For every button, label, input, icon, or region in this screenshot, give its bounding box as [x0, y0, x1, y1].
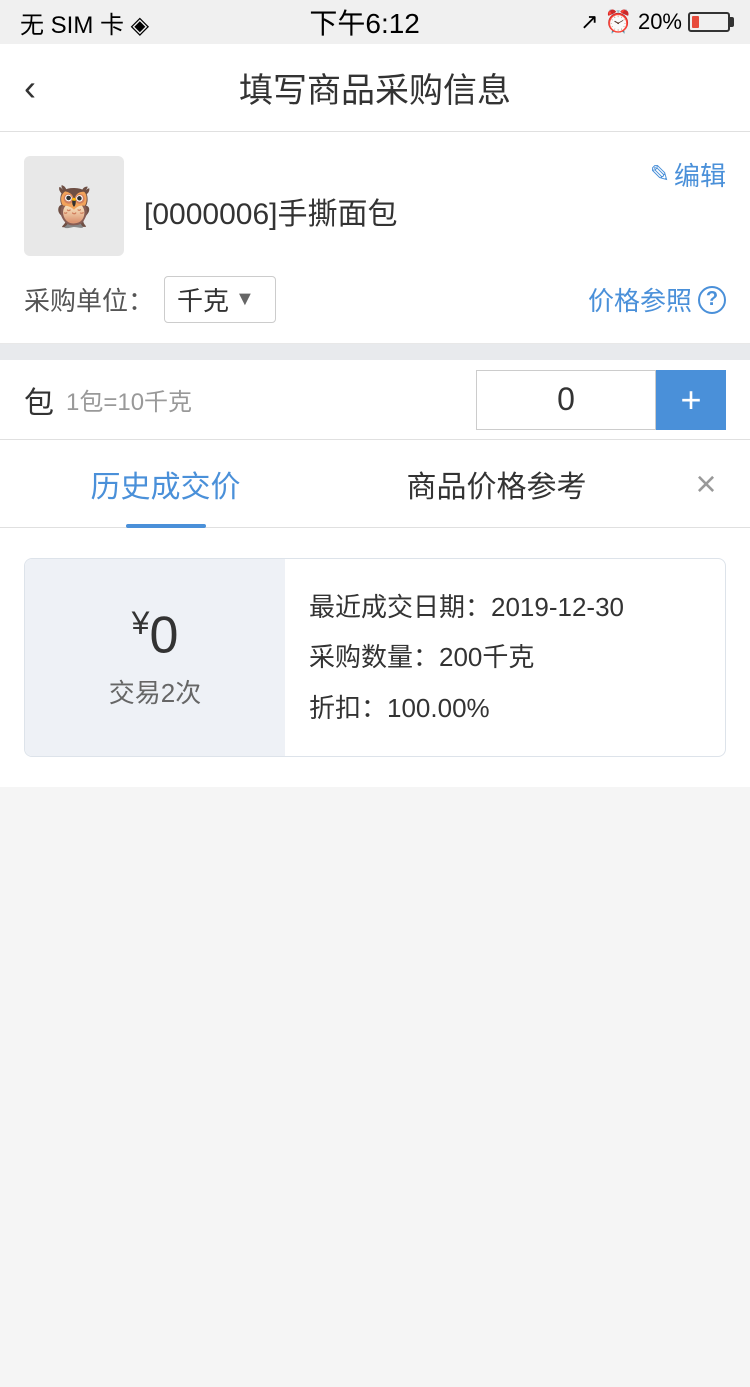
battery-percent: 20%	[638, 9, 682, 35]
edit-icon: ✎	[650, 160, 670, 189]
back-button[interactable]: ‹	[24, 67, 36, 109]
tab-active-indicator	[126, 524, 206, 528]
purchase-qty-value: 200千克	[439, 642, 534, 672]
quantity-label: 包 1包=10千克	[24, 378, 192, 422]
bottom-space	[0, 787, 750, 1387]
price-ref-label: 价格参照	[588, 281, 692, 318]
purchase-qty-row: 采购数量：200千克	[309, 639, 701, 675]
status-left: 无 SIM 卡 ◈	[20, 5, 149, 40]
battery-fill	[692, 16, 699, 28]
page-title: 填写商品采购信息	[239, 63, 511, 112]
quantity-controls: +	[476, 370, 726, 430]
edit-button[interactable]: ✎ 编辑	[650, 156, 726, 193]
status-time: 下午6:12	[309, 2, 420, 42]
tabs-header: 历史成交价 商品价格参考 ×	[0, 440, 750, 528]
tabs-panel: 历史成交价 商品价格参考 × ¥0 交易2次 最近成交日期：2019-12-30…	[0, 440, 750, 787]
tab-history-price[interactable]: 历史成交价	[0, 440, 331, 528]
package-hint: 1包=10千克	[66, 382, 192, 417]
network-status: 无 SIM 卡 ◈	[20, 5, 149, 40]
discount-value: 100.00%	[387, 693, 490, 723]
recent-date-label: 最近成交日期：	[309, 592, 491, 622]
product-image: 🦉	[24, 156, 124, 256]
unit-value: 千克	[177, 281, 229, 318]
recent-date-value: 2019-12-30	[491, 592, 624, 622]
price-reference-button[interactable]: 价格参照 ?	[588, 281, 726, 318]
product-left: 🦉 [0000006]手撕面包	[24, 156, 397, 256]
price-value: 0	[149, 606, 178, 664]
section-divider	[0, 344, 750, 360]
quantity-row: 包 1包=10千克 +	[0, 360, 750, 440]
status-bar: 无 SIM 卡 ◈ 下午6:12 ↗ ⏰ 20%	[0, 0, 750, 44]
info-icon: ?	[698, 286, 726, 314]
tab-price-reference[interactable]: 商品价格参考	[331, 440, 662, 528]
product-card: 🦉 [0000006]手撕面包 ✎ 编辑 采购单位： 千克 ▼ 价格参照 ?	[0, 132, 750, 344]
alarm-icon: ⏰	[605, 9, 632, 35]
unit-dropdown[interactable]: 千克 ▼	[164, 276, 276, 323]
tab-history-label: 历史成交价	[91, 462, 241, 506]
history-left: ¥0 交易2次	[25, 559, 285, 756]
quantity-plus-button[interactable]: +	[656, 370, 726, 430]
history-card: ¥0 交易2次 最近成交日期：2019-12-30 采购数量：200千克 折扣：…	[24, 558, 726, 757]
product-name: [0000006]手撕面包	[144, 189, 397, 233]
package-label: 包	[24, 378, 54, 422]
purchase-unit: 采购单位： 千克 ▼	[24, 276, 276, 323]
quantity-input[interactable]	[476, 370, 656, 430]
status-right: ↗ ⏰ 20%	[580, 9, 730, 35]
currency-symbol: ¥	[132, 605, 150, 641]
product-footer: 采购单位： 千克 ▼ 价格参照 ?	[24, 276, 726, 323]
history-content: ¥0 交易2次 最近成交日期：2019-12-30 采购数量：200千克 折扣：…	[0, 528, 750, 787]
history-price: ¥0	[132, 605, 179, 665]
discount-row: 折扣：100.00%	[309, 690, 701, 726]
product-header: 🦉 [0000006]手撕面包 ✎ 编辑	[24, 156, 726, 256]
product-thumbnail: 🦉	[49, 183, 99, 230]
tab-price-ref-label: 商品价格参考	[407, 462, 587, 506]
purchase-qty-label: 采购数量：	[309, 642, 439, 672]
purchase-unit-label: 采购单位：	[24, 281, 154, 318]
discount-label: 折扣：	[309, 693, 387, 723]
battery-icon	[688, 12, 730, 32]
history-right: 最近成交日期：2019-12-30 采购数量：200千克 折扣：100.00%	[285, 559, 725, 756]
trades-count: 交易2次	[109, 673, 201, 710]
tab-close-button[interactable]: ×	[662, 440, 750, 528]
nav-bar: ‹ 填写商品采购信息	[0, 44, 750, 132]
recent-date-row: 最近成交日期：2019-12-30	[309, 589, 701, 625]
dropdown-arrow-icon: ▼	[235, 288, 255, 311]
location-icon: ↗	[580, 9, 598, 35]
